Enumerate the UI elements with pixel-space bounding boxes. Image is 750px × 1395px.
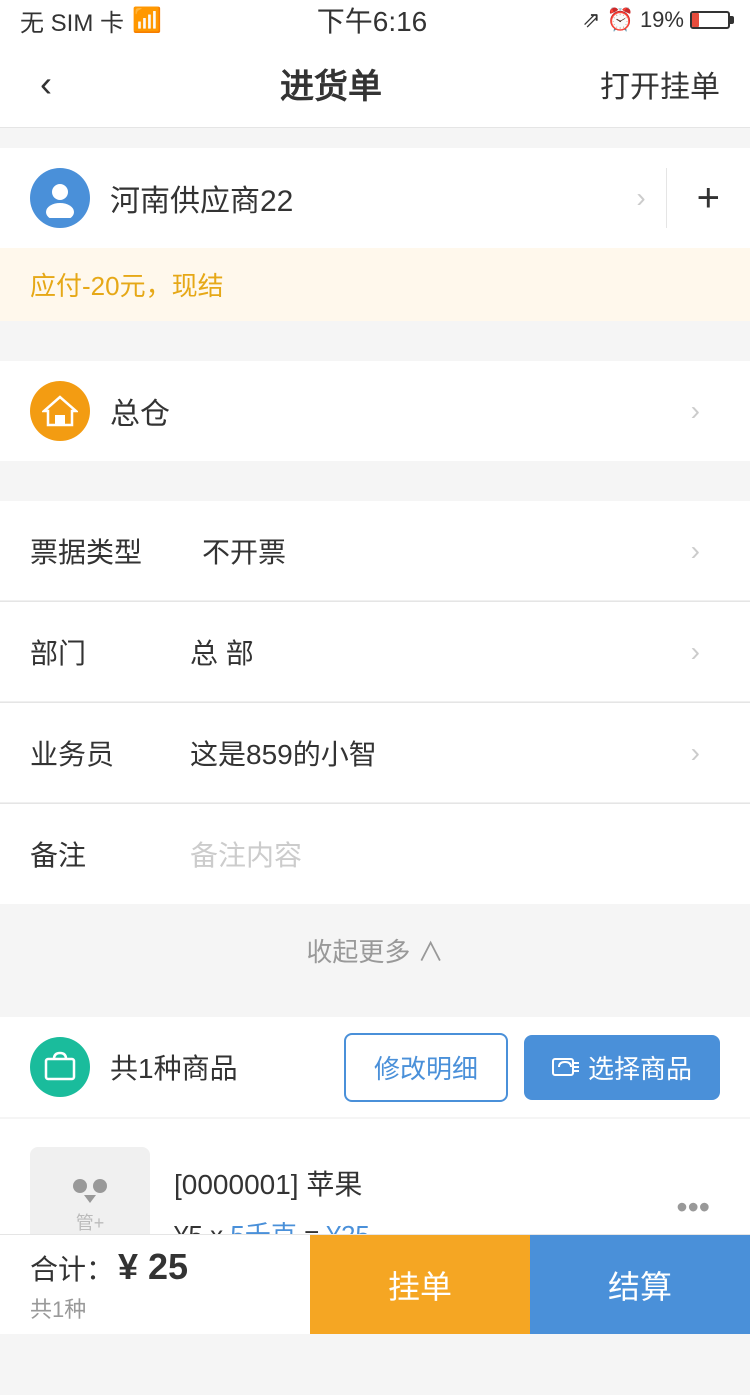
- supplier-name: 河南供应商22: [110, 176, 636, 220]
- total-label: 合计：: [30, 1248, 114, 1288]
- wifi-icon: 📶: [132, 6, 162, 35]
- select-product-button[interactable]: 选择商品: [524, 1035, 720, 1100]
- department-label: 部门: [30, 632, 130, 672]
- footer: 合计： ¥ 25 共1种 挂单 结算: [0, 1234, 750, 1334]
- product-icon: [30, 1037, 90, 1097]
- owl-eye-left: [73, 1179, 87, 1193]
- owl-beak: [84, 1195, 96, 1203]
- top-divider: [0, 128, 750, 148]
- salesman-chevron-icon: ›: [691, 737, 700, 769]
- product-more-button[interactable]: •••: [666, 1179, 720, 1236]
- status-carrier: 无 SIM 卡 📶: [20, 3, 162, 38]
- battery-icon: [690, 11, 730, 29]
- ticket-type-value: 不开票: [142, 531, 691, 571]
- page-title: 进货单: [280, 59, 382, 108]
- footer-total: 合计： ¥ 25 共1种: [0, 1235, 310, 1334]
- logo-text: 管+: [76, 1209, 105, 1235]
- ticket-type-label: 票据类型: [30, 531, 142, 571]
- form-section: 票据类型 不开票 › 部门 总 部 › 业务员 这是859的小智 › 备注 备注…: [0, 501, 750, 904]
- department-row[interactable]: 部门 总 部 ›: [0, 602, 750, 702]
- owl-eye-right: [93, 1179, 107, 1193]
- product-header: 共1种商品 修改明细 选择商品: [0, 1017, 750, 1117]
- back-button[interactable]: ‹: [30, 53, 62, 115]
- supplier-divider: [666, 168, 667, 228]
- supplier-avatar: [30, 168, 90, 228]
- divider-1: [0, 321, 750, 341]
- status-right: ⇗ ⏰ 19%: [582, 7, 730, 33]
- owl-eyes: [73, 1179, 107, 1193]
- hang-button[interactable]: 挂单: [310, 1235, 530, 1334]
- cart-icon: [42, 1049, 78, 1085]
- ticket-type-chevron-icon: ›: [691, 535, 700, 567]
- carrier-label: 无 SIM 卡: [20, 3, 124, 38]
- remark-row[interactable]: 备注 备注内容: [0, 804, 750, 904]
- location-icon: ⇗: [582, 7, 600, 33]
- product-title: 苹果: [306, 1169, 362, 1200]
- supplier-section[interactable]: 河南供应商22 › +: [0, 148, 750, 248]
- main-content: 河南供应商22 › + 应付-20元，现结 总仓 › 票据类型 不开票 › 部门…: [0, 128, 750, 1395]
- product-count-label: 共1种商品: [110, 1047, 344, 1087]
- department-value: 总 部: [130, 632, 691, 672]
- alarm-icon: ⏰: [607, 7, 634, 33]
- salesman-row[interactable]: 业务员 这是859的小智 ›: [0, 703, 750, 803]
- home-icon: [42, 393, 78, 429]
- select-product-icon: [552, 1055, 580, 1079]
- add-supplier-button[interactable]: +: [697, 176, 720, 221]
- item-count: 共1种: [30, 1292, 280, 1324]
- battery-label: 19%: [640, 7, 684, 33]
- battery-fill: [692, 13, 699, 27]
- remark-placeholder[interactable]: 备注内容: [130, 834, 720, 874]
- status-time: 下午6:16: [317, 0, 428, 40]
- open-hang-button[interactable]: 打开挂单: [600, 62, 720, 106]
- warehouse-name: 总仓: [110, 389, 691, 433]
- remark-label: 备注: [30, 834, 130, 874]
- divider-2: [0, 461, 750, 481]
- department-chevron-icon: ›: [691, 636, 700, 668]
- edit-detail-button[interactable]: 修改明细: [344, 1033, 508, 1102]
- ticket-type-row[interactable]: 票据类型 不开票 ›: [0, 501, 750, 601]
- product-name: [0000001] 苹果: [174, 1163, 666, 1203]
- status-bar: 无 SIM 卡 📶 下午6:16 ⇗ ⏰ 19%: [0, 0, 750, 40]
- select-product-label: 选择商品: [588, 1049, 692, 1086]
- salesman-label: 业务员: [30, 733, 130, 773]
- owl-logo: 管+: [73, 1179, 107, 1235]
- settle-button[interactable]: 结算: [530, 1235, 750, 1334]
- warehouse-row[interactable]: 总仓 ›: [0, 361, 750, 461]
- warehouse-chevron-icon: ›: [691, 395, 700, 427]
- user-icon: [40, 178, 80, 218]
- info-banner: 应付-20元，现结: [0, 248, 750, 321]
- product-id: [0000001]: [174, 1169, 299, 1200]
- salesman-value: 这是859的小智: [130, 733, 691, 773]
- supplier-chevron-icon: ›: [636, 182, 645, 214]
- warehouse-icon: [30, 381, 90, 441]
- nav-bar: ‹ 进货单 打开挂单: [0, 40, 750, 128]
- collapse-button[interactable]: 收起更多 ∧: [0, 904, 750, 997]
- total-amount: ¥ 25: [118, 1246, 188, 1288]
